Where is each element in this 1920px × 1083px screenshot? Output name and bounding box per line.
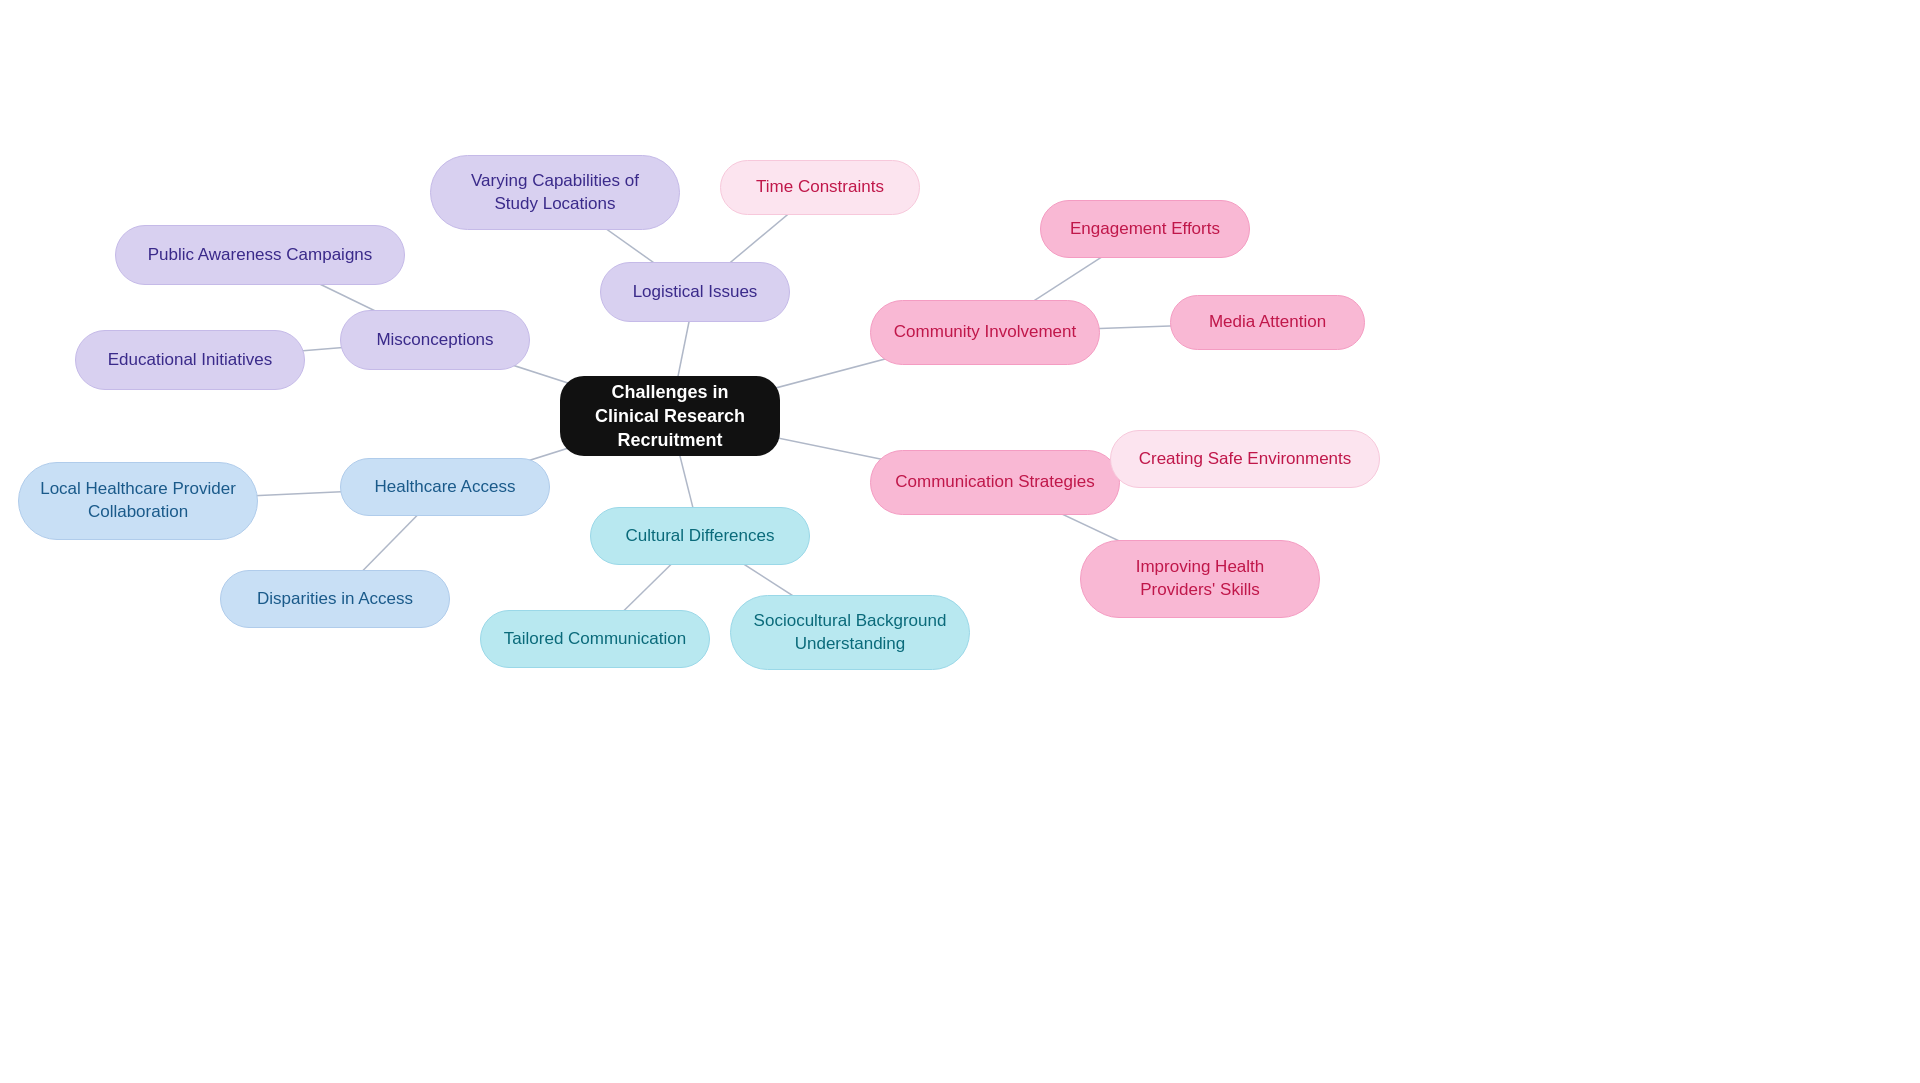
- disparities-node: Disparities in Access: [220, 570, 450, 628]
- varying-cap-node: Varying Capabilities of Study Locations: [430, 155, 680, 230]
- media-attention-node: Media Attention: [1170, 295, 1365, 350]
- engagement-efforts-node: Engagement Efforts: [1040, 200, 1250, 258]
- public-awareness-node: Public Awareness Campaigns: [115, 225, 405, 285]
- misconceptions-node: Misconceptions: [340, 310, 530, 370]
- creating-safe-node: Creating Safe Environments: [1110, 430, 1380, 488]
- logistical-node: Logistical Issues: [600, 262, 790, 322]
- cultural-diff-node: Cultural Differences: [590, 507, 810, 565]
- community-involve-node: Community Involvement: [870, 300, 1100, 365]
- improving-health-node: Improving Health Providers' Skills: [1080, 540, 1320, 618]
- educational-node: Educational Initiatives: [75, 330, 305, 390]
- time-constraints-node: Time Constraints: [720, 160, 920, 215]
- local-healthcare-node: Local Healthcare Provider Collaboration: [18, 462, 258, 540]
- healthcare-access-node: Healthcare Access: [340, 458, 550, 516]
- center-node: Challenges in Clinical Research Recruitm…: [560, 376, 780, 456]
- tailored-comm-node: Tailored Communication: [480, 610, 710, 668]
- comm-strategies-node: Communication Strategies: [870, 450, 1120, 515]
- socio-background-node: Sociocultural Background Understanding: [730, 595, 970, 670]
